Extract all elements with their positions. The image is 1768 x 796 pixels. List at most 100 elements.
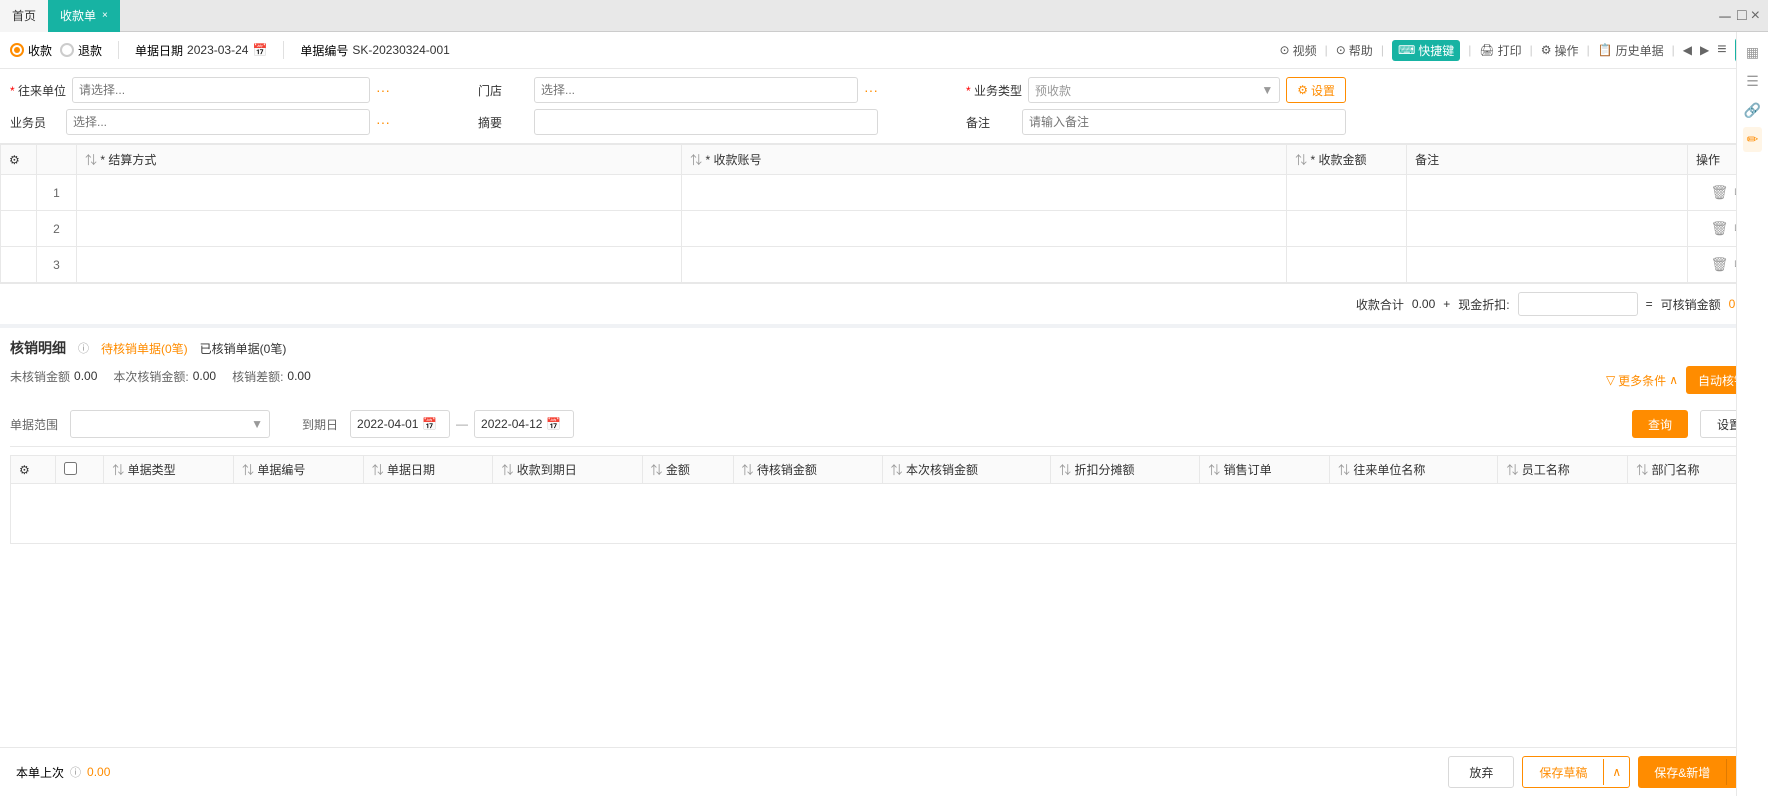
tab-receipt[interactable]: 收款单 ×: [48, 0, 120, 32]
doc-num-label: 单据编号: [300, 42, 348, 59]
history-btn[interactable]: 📋 历史单据: [1598, 42, 1664, 59]
sidebar-doc-icon[interactable]: ☰: [1742, 69, 1763, 94]
amount-cell[interactable]: [1287, 175, 1407, 211]
cal-to-icon[interactable]: 📅: [546, 417, 561, 431]
tab-home[interactable]: 首页: [0, 0, 48, 32]
store-more-icon[interactable]: ···: [864, 82, 878, 98]
verif-info-icon[interactable]: ⓘ: [78, 340, 89, 356]
col-settings-header[interactable]: ⚙: [1, 145, 37, 175]
date-from-input[interactable]: 2022-04-01 📅: [350, 410, 450, 438]
staff-more-icon[interactable]: ···: [376, 114, 390, 130]
note-input[interactable]: [1022, 109, 1346, 135]
maximize-icon[interactable]: □: [1737, 7, 1747, 25]
diff-val: 0.00: [287, 369, 310, 383]
summary-row: 收款合计 0.00 + 现金折扣: = 可核销金额 0.00: [0, 283, 1768, 324]
save-draft-arrow-btn[interactable]: ∧: [1603, 759, 1629, 785]
sidebar-table-icon[interactable]: ▦: [1742, 40, 1763, 65]
tab-bar: 首页 收款单 × － □ ×: [0, 0, 1768, 32]
more-conditions-btn[interactable]: ▽ 更多条件 ∧: [1606, 372, 1678, 389]
pending-tab[interactable]: 待核销单据(0笔): [101, 340, 188, 357]
counterparty-more-icon[interactable]: ···: [376, 82, 390, 98]
sort-icon-2: ⇅: [690, 153, 702, 167]
cal-from-icon[interactable]: 📅: [422, 417, 437, 431]
total-label: 收款合计: [1356, 296, 1404, 313]
discount-input[interactable]: [1518, 292, 1638, 316]
counterparty-input[interactable]: [72, 77, 370, 103]
staff-input[interactable]: [66, 109, 370, 135]
doc-num-value: SK-20230324-001: [352, 43, 449, 57]
account-cell[interactable]: [682, 247, 1287, 283]
delete-icon[interactable]: 🗑: [1711, 184, 1729, 201]
biz-type-value: 预收款: [1035, 82, 1071, 99]
doc-range-label: 单据范围: [10, 416, 58, 433]
help-btn[interactable]: ⊙ 帮助: [1336, 42, 1373, 59]
done-tab[interactable]: 已核销单据(0笔): [200, 340, 287, 357]
save-draft-main-btn[interactable]: 保存草稿: [1523, 758, 1603, 787]
operations-btn[interactable]: ⚙ 操作: [1541, 42, 1579, 59]
date-to-input[interactable]: 2022-04-12 📅: [474, 410, 574, 438]
store-input[interactable]: [534, 77, 858, 103]
settlement-cell[interactable]: [77, 211, 682, 247]
prev-info-icon[interactable]: ⓘ: [70, 764, 81, 780]
row-settings: [1, 211, 37, 247]
list-view-icon[interactable]: ≡: [1717, 41, 1726, 59]
col-settings-header[interactable]: ⚙: [11, 456, 56, 484]
row-num: 3: [37, 247, 77, 283]
date-from-value: 2022-04-01: [357, 417, 418, 431]
col-checkbox-header[interactable]: [55, 456, 103, 484]
query-btn[interactable]: 查询: [1632, 410, 1688, 438]
tab-home-label: 首页: [12, 7, 36, 24]
form-row-1: * 往来单位 ··· 门店 ··· * 业务类型 预收款 ▼: [10, 77, 1758, 103]
video-btn[interactable]: ⊙ 视频: [1280, 42, 1317, 59]
sort-icon-doc_num: ⇅: [242, 463, 254, 477]
close-icon[interactable]: ×: [1751, 7, 1760, 25]
note-cell[interactable]: [1407, 211, 1688, 247]
select-all-checkbox[interactable]: [64, 462, 77, 475]
tab-close-icon[interactable]: ×: [102, 10, 108, 21]
bottom-actions: 放弃 保存草稿 ∧ 保存&新增 ∧: [1448, 756, 1752, 788]
arrow-right-icon[interactable]: ▶: [1700, 43, 1709, 57]
sort-icon-3: ⇅: [1295, 153, 1307, 167]
note-cell[interactable]: [1407, 247, 1688, 283]
sidebar-attach-icon[interactable]: 🔗: [1740, 98, 1765, 123]
delete-icon[interactable]: 🗑: [1711, 256, 1729, 273]
table-settings-icon[interactable]: ⚙: [9, 153, 20, 167]
save-new-main-btn[interactable]: 保存&新增: [1638, 758, 1726, 787]
table2-settings-gear-icon[interactable]: ⚙: [19, 463, 30, 477]
table-row: 1 🗑 ⧉: [1, 175, 1768, 211]
amount-cell[interactable]: [1287, 211, 1407, 247]
arrow-left-icon[interactable]: ◀: [1683, 43, 1692, 57]
account-cell[interactable]: [682, 211, 1287, 247]
settlement-cell[interactable]: [77, 175, 682, 211]
doc-range-select[interactable]: ▼: [70, 410, 270, 438]
summary-input[interactable]: [534, 109, 878, 135]
settings-button[interactable]: ⚙ 设置: [1286, 77, 1346, 103]
sort-icon-pending: ⇅: [742, 463, 754, 477]
calendar-icon[interactable]: 📅: [252, 43, 267, 57]
doc-num-field: 单据编号 SK-20230324-001: [300, 42, 449, 59]
print-btn[interactable]: 🖨 打印: [1479, 42, 1521, 59]
minimize-icon[interactable]: －: [1717, 4, 1733, 28]
sidebar-edit-icon[interactable]: ✏: [1743, 127, 1763, 152]
radio-refund[interactable]: 退款: [60, 42, 102, 59]
settlement-cell[interactable]: [77, 247, 682, 283]
top-toolbar: 收款 退款 单据日期 2023-03-24 📅 单据编号 SK-20230324…: [0, 32, 1768, 69]
biz-type-select[interactable]: 预收款 ▼: [1028, 77, 1280, 103]
shortcut-btn[interactable]: ⌨ 快捷键: [1392, 40, 1460, 61]
note-label: 备注: [966, 114, 1016, 131]
bottom-bar: 本单上次 ⓘ 0.00 放弃 保存草稿 ∧ 保存&新增 ∧: [0, 747, 1768, 796]
sort-icon-dept: ⇅: [1636, 463, 1648, 477]
verif-stats: 未核销金额 0.00 本次核销金额: 0.00 核销差额: 0.00: [10, 368, 311, 385]
help-label: 帮助: [1349, 42, 1373, 59]
account-cell[interactable]: [682, 175, 1287, 211]
ops-icon: ⚙: [1541, 43, 1552, 57]
total-val: 0.00: [1412, 297, 1435, 311]
print-label: 打印: [1498, 42, 1522, 59]
verification-section: 核销明细 ⓘ 待核销单据(0笔) 已核销单据(0笔) 未核销金额 0.00 本次…: [0, 324, 1768, 796]
abandon-btn[interactable]: 放弃: [1448, 756, 1514, 788]
delete-icon[interactable]: 🗑: [1711, 220, 1729, 237]
amount-cell[interactable]: [1287, 247, 1407, 283]
radio-receipt[interactable]: 收款: [10, 42, 52, 59]
note-cell[interactable]: [1407, 175, 1688, 211]
verif-title: 核销明细: [10, 338, 66, 358]
